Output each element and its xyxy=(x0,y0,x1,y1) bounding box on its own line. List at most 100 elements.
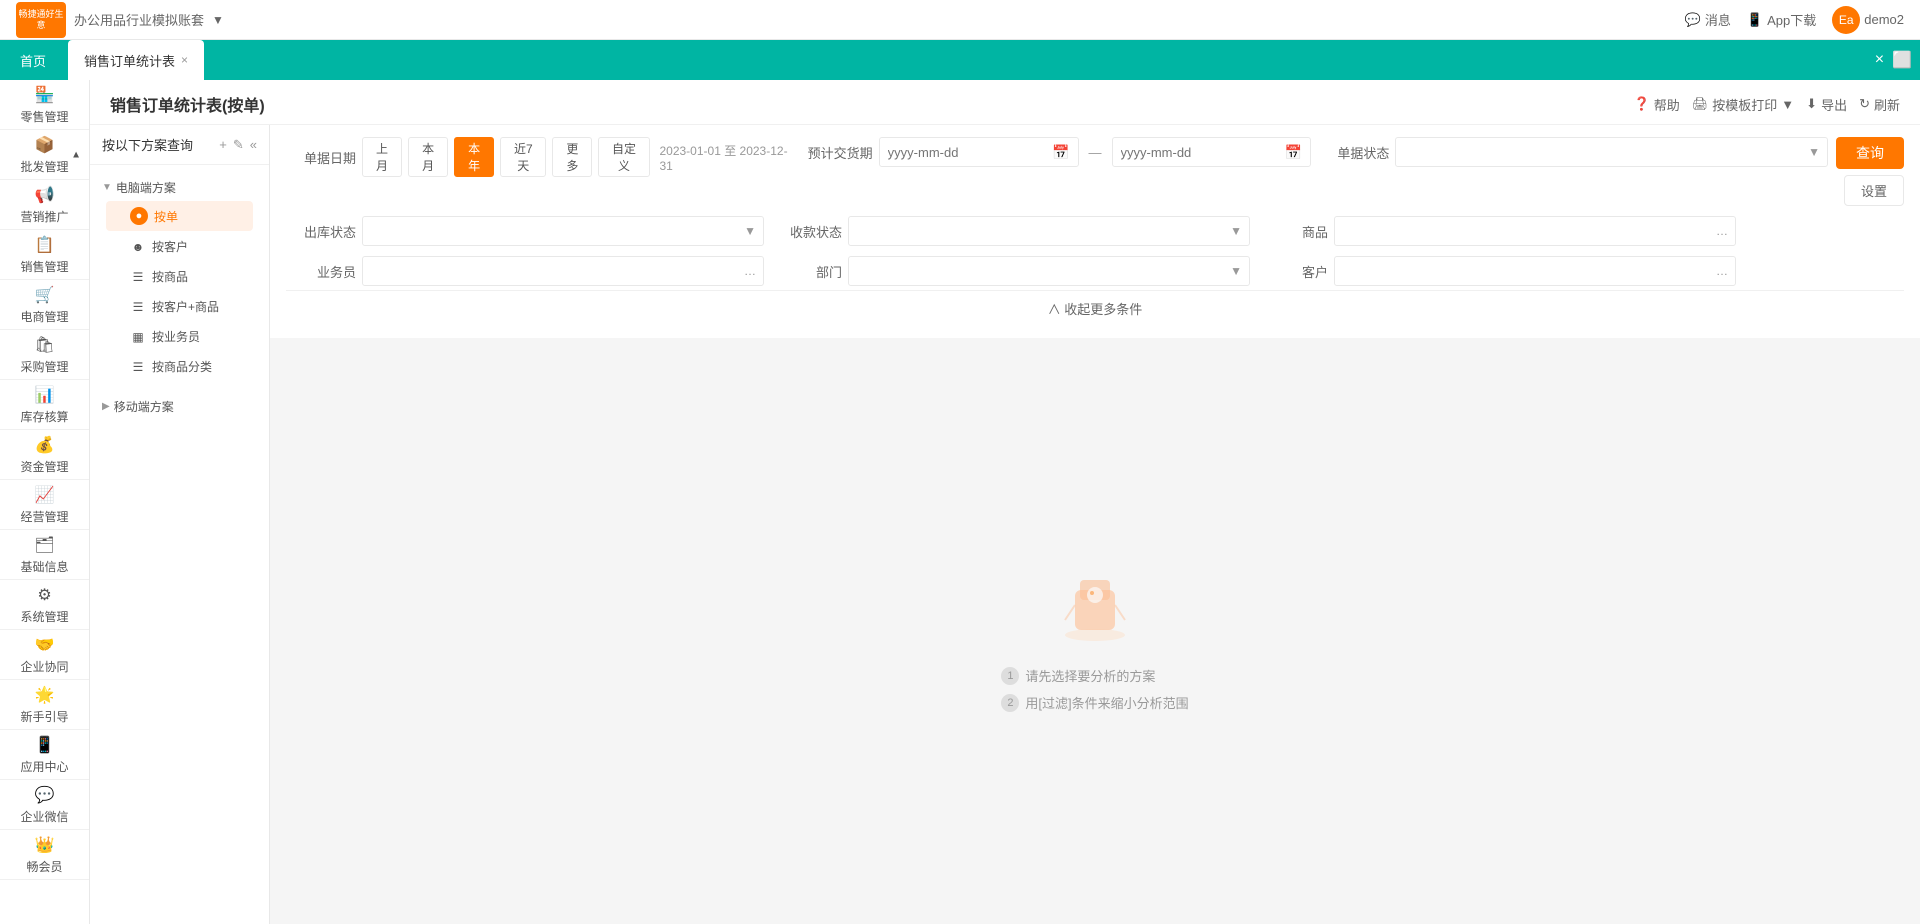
app-download-label: App下载 xyxy=(1767,10,1816,29)
hint-text-1: 请先选择要分析的方案 xyxy=(1025,666,1155,685)
sidebar-purchase-label: 采购管理 xyxy=(20,358,68,375)
print-dropdown-icon: ▼ xyxy=(1781,97,1794,112)
sidebar-item-marketing[interactable]: 📢 营销推广 xyxy=(0,180,89,230)
collapse-bar[interactable]: ∧ 收起更多条件 xyxy=(286,290,1904,326)
export-btn[interactable]: ⬇ 导出 xyxy=(1806,95,1847,114)
sidebar-item-wholesale[interactable]: 📦 批发管理 ▲ xyxy=(0,130,89,180)
sidebar: 🏪 零售管理 📦 批发管理 ▲ 📢 营销推广 📋 销售管理 🛒 电商管理 🛍 采… xyxy=(0,80,90,924)
scheme-item-by-goods[interactable]: ☰ 按商品 xyxy=(106,262,253,291)
department-dropdown[interactable] xyxy=(848,256,1250,286)
collapse-panel-btn[interactable]: « xyxy=(250,137,257,152)
goods-more-btn[interactable]: … xyxy=(1716,224,1728,238)
customer-input[interactable] xyxy=(1334,256,1736,286)
goods-input[interactable] xyxy=(1334,216,1736,246)
add-scheme-btn[interactable]: + xyxy=(219,137,227,152)
print-icon: 🖨 xyxy=(1692,96,1709,112)
date-separator: — xyxy=(1089,145,1102,160)
date-btn-last-month[interactable]: 上月 xyxy=(362,137,402,177)
sidebar-item-enterprise[interactable]: 🤝 企业协同 xyxy=(0,630,89,680)
date-btn-custom[interactable]: 自定义 xyxy=(598,137,649,177)
tab-sales-order[interactable]: 销售订单统计表 × xyxy=(68,40,204,80)
user-menu[interactable]: Ea demo2 xyxy=(1832,6,1904,34)
sidebar-enterprise-label: 企业协同 xyxy=(20,658,68,675)
page-header: 销售订单统计表(按单) ❓ 帮助 🖨 按模板打印 ▼ ⬇ 导出 ↻ 刷新 xyxy=(90,80,1920,125)
customer-scheme-icon: ☻ xyxy=(130,239,146,255)
operations-icon: 📈 xyxy=(35,485,55,505)
sidebar-item-inventory[interactable]: 📊 库存核算 xyxy=(0,380,89,430)
scheme-item-label: 按商品分类 xyxy=(152,358,212,375)
sidebar-item-newbie[interactable]: 🌟 新手引导 xyxy=(0,680,89,730)
sidebar-sales-label: 销售管理 xyxy=(20,258,68,275)
sidebar-item-appcenter[interactable]: 📱 应用中心 xyxy=(0,730,89,780)
date-btn-this-year[interactable]: 本年 xyxy=(454,137,494,177)
window-close-btn[interactable]: × xyxy=(1875,51,1884,69)
sidebar-item-basic[interactable]: 🗂 基础信息 xyxy=(0,530,89,580)
help-btn[interactable]: ❓ 帮助 xyxy=(1634,95,1680,114)
date-btn-this-month[interactable]: 本月 xyxy=(408,137,448,177)
date-btn-group: 上月 本月 本年 近7天 更多 自定义 xyxy=(362,137,649,177)
scheme-item-by-category[interactable]: ☰ 按商品分类 xyxy=(106,352,253,381)
edit-scheme-btn[interactable]: ✎ xyxy=(233,137,244,153)
empty-state: 1 请先选择要分析的方案 2 用[过滤]条件来缩小分析范围 xyxy=(270,338,1920,924)
inventory-icon: 📊 xyxy=(35,385,55,405)
left-panel-header: 按以下方案查询 + ✎ « xyxy=(90,125,269,165)
customer-goods-scheme-icon: ☰ xyxy=(130,299,146,315)
sidebar-item-retail[interactable]: 🏪 零售管理 xyxy=(0,80,89,130)
message-btn[interactable]: 💬 消息 xyxy=(1685,10,1731,29)
date-btn-7days[interactable]: 近7天 xyxy=(500,137,546,177)
sidebar-newbie-label: 新手引导 xyxy=(20,708,68,725)
print-label: 按模板打印 xyxy=(1712,95,1777,114)
sidebar-wechat-label: 企业微信 xyxy=(20,808,68,825)
membership-icon: 👑 xyxy=(35,835,55,855)
logo: 畅捷通好生意 xyxy=(16,2,66,38)
date-btn-more[interactable]: 更多 xyxy=(552,137,592,177)
scheme-item-by-customer-goods[interactable]: ☰ 按客户+商品 xyxy=(106,292,253,321)
left-panel-title: 按以下方案查询 xyxy=(102,135,193,154)
workspace-dropdown[interactable]: ▼ xyxy=(212,13,224,27)
single-status-dropdown[interactable] xyxy=(1395,137,1828,167)
purchase-icon: 🛍 xyxy=(34,335,54,355)
customer-input-wrapper: … xyxy=(1334,256,1736,286)
scheme-item-by-order[interactable]: ● 按单 xyxy=(106,201,253,231)
sidebar-item-membership[interactable]: 👑 畅会员 xyxy=(0,830,89,880)
tab-bar: 首页 销售订单统计表 × × ⬜ xyxy=(0,40,1920,80)
sidebar-item-wechat[interactable]: 💬 企业微信 xyxy=(0,780,89,830)
hint-num-2: 2 xyxy=(1001,694,1019,712)
sidebar-item-finance[interactable]: 💰 资金管理 xyxy=(0,430,89,480)
sidebar-item-system[interactable]: ⚙ 系统管理 xyxy=(0,580,89,630)
right-panel: 单据日期 上月 本月 本年 近7天 更多 自定义 2023-01-01 至 20… xyxy=(270,125,1920,924)
single-date-label: 单据日期 xyxy=(286,148,356,167)
scheme-item-by-customer[interactable]: ☻ 按客户 xyxy=(106,232,253,261)
settings-button[interactable]: 设置 xyxy=(1844,175,1904,206)
query-button[interactable]: 查询 xyxy=(1836,137,1904,169)
app-download-btn[interactable]: 📱 App下载 xyxy=(1747,10,1816,29)
sidebar-item-purchase[interactable]: 🛍 采购管理 xyxy=(0,330,89,380)
sidebar-item-ecommerce[interactable]: 🛒 电商管理 xyxy=(0,280,89,330)
scheme-group-header-mobile[interactable]: ▶ 移动端方案 xyxy=(102,394,257,419)
tab-close-btn[interactable]: × xyxy=(181,53,188,67)
window-maximize-btn[interactable]: ⬜ xyxy=(1892,50,1912,70)
single-status-select: ▼ xyxy=(1395,137,1828,167)
delivery-date-end-input[interactable] xyxy=(1121,145,1281,160)
customer-more-btn[interactable]: … xyxy=(1716,264,1728,278)
scheme-group-header-desktop[interactable]: ▼ 电脑端方案 xyxy=(102,175,257,200)
page-actions: ❓ 帮助 🖨 按模板打印 ▼ ⬇ 导出 ↻ 刷新 xyxy=(1634,95,1900,114)
export-icon: ⬇ xyxy=(1806,96,1817,112)
content: 销售订单统计表(按单) ❓ 帮助 🖨 按模板打印 ▼ ⬇ 导出 ↻ 刷新 xyxy=(90,80,1920,924)
sidebar-retail-label: 零售管理 xyxy=(20,108,68,125)
goods-scheme-icon: ☰ xyxy=(130,269,146,285)
sidebar-item-operations[interactable]: 📈 经营管理 xyxy=(0,480,89,530)
receipt-status-dropdown[interactable] xyxy=(848,216,1250,246)
sidebar-basic-label: 基础信息 xyxy=(20,558,68,575)
print-btn[interactable]: 🖨 按模板打印 ▼ xyxy=(1692,95,1794,114)
sidebar-item-sales[interactable]: 📋 销售管理 xyxy=(0,230,89,280)
salesman-more-btn[interactable]: … xyxy=(744,264,756,278)
sales-icon: 📋 xyxy=(35,235,55,255)
scheme-item-by-salesman[interactable]: ▦ 按业务员 xyxy=(106,322,253,351)
tab-home[interactable]: 首页 xyxy=(0,40,66,80)
delivery-date-start-input[interactable] xyxy=(888,145,1048,160)
out-stock-dropdown[interactable] xyxy=(362,216,764,246)
salesman-input[interactable] xyxy=(362,256,764,286)
department-select: ▼ xyxy=(848,256,1250,286)
refresh-btn[interactable]: ↻ 刷新 xyxy=(1859,95,1900,114)
